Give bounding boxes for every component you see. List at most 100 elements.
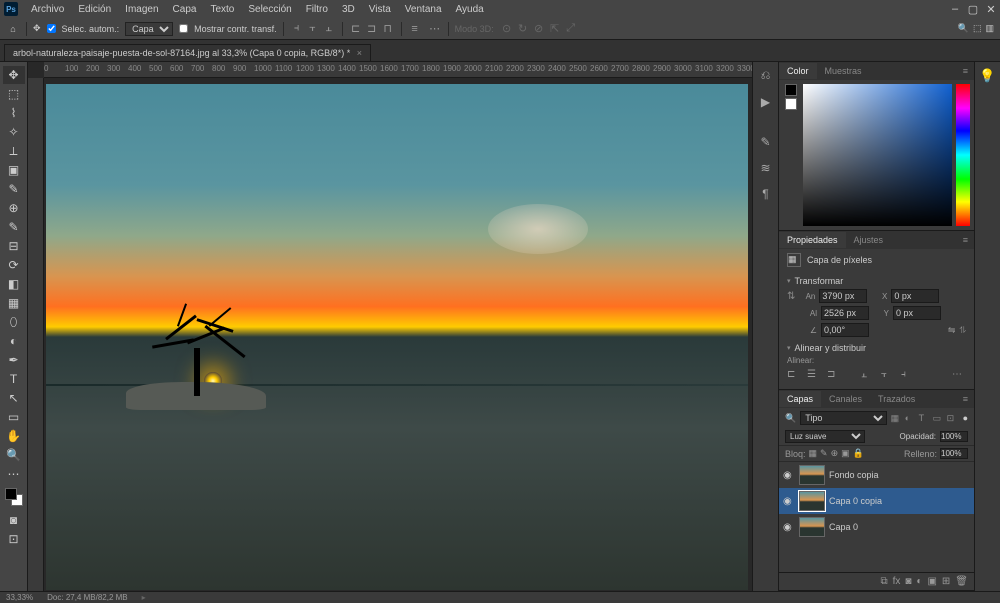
align-top-icon[interactable]: ⫠ bbox=[861, 369, 875, 383]
align-left-icon[interactable]: ⊏ bbox=[787, 369, 801, 383]
history-brush-tool[interactable]: ⟳ bbox=[3, 256, 25, 274]
fg-color-sq[interactable] bbox=[785, 84, 797, 96]
lightbulb-icon[interactable]: 💡 bbox=[979, 68, 995, 591]
tab-adjustments[interactable]: Ajustes bbox=[846, 232, 892, 248]
ruler-vertical[interactable] bbox=[28, 78, 44, 591]
window-close-icon[interactable]: ✕ bbox=[982, 3, 1000, 16]
document-tab[interactable]: arbol-naturaleza-paisaje-puesta-de-sol-8… bbox=[4, 44, 371, 61]
distribute-group[interactable]: ≡ bbox=[408, 22, 422, 36]
auto-select-checkbox[interactable] bbox=[47, 24, 56, 33]
crop-tool[interactable]: ⟂ bbox=[3, 142, 25, 160]
color-field[interactable] bbox=[803, 84, 952, 226]
zoom-tool[interactable]: 🔍 bbox=[3, 446, 25, 464]
spot-heal-tool[interactable]: ⊕ bbox=[3, 199, 25, 217]
angle-input[interactable] bbox=[821, 323, 869, 337]
align-section[interactable]: Alinear y distribuir bbox=[787, 340, 966, 356]
new-layer-icon[interactable]: ⊞ bbox=[942, 576, 950, 587]
adjust-layer-icon[interactable]: ◐ bbox=[916, 576, 922, 587]
tab-paths[interactable]: Trazados bbox=[870, 391, 923, 407]
align-top-group[interactable]: ⫞⫟⫠ bbox=[290, 22, 336, 36]
filter-smart-icon[interactable]: ⊡ bbox=[947, 413, 959, 424]
transform-section[interactable]: Transformar bbox=[787, 273, 966, 289]
menu-edit[interactable]: Edición bbox=[71, 1, 118, 18]
screenmode-icon[interactable]: ⊡ bbox=[3, 530, 25, 548]
tab-channels[interactable]: Canales bbox=[821, 391, 870, 407]
brush-tool[interactable]: ✎ bbox=[3, 218, 25, 236]
dodge-tool[interactable]: ◐ bbox=[3, 332, 25, 350]
lock-all-icon[interactable]: 🔒 bbox=[853, 448, 864, 459]
lock-position-icon[interactable]: ⊕ bbox=[831, 448, 839, 459]
lasso-tool[interactable]: ⌇ bbox=[3, 104, 25, 122]
tab-properties[interactable]: Propiedades bbox=[779, 232, 846, 248]
opacity-input[interactable] bbox=[940, 431, 968, 442]
visibility-icon[interactable]: ◉ bbox=[783, 470, 795, 481]
lock-brush-icon[interactable]: ✎ bbox=[820, 448, 828, 459]
blend-mode-select[interactable]: Luz suave bbox=[785, 430, 865, 443]
height-input[interactable] bbox=[821, 306, 869, 320]
share-icon[interactable]: ⬚ bbox=[973, 23, 982, 34]
window-minimize-icon[interactable]: – bbox=[946, 3, 964, 16]
paragraph-icon[interactable]: ¶ bbox=[762, 187, 768, 201]
filter-pixel-icon[interactable]: ▦ bbox=[891, 413, 903, 424]
pen-tool[interactable]: ✒ bbox=[3, 351, 25, 369]
panel-menu-icon[interactable]: ≡ bbox=[957, 66, 974, 76]
play-icon[interactable]: ▶ bbox=[761, 95, 770, 109]
path-select-tool[interactable]: ↖ bbox=[3, 389, 25, 407]
group-icon[interactable]: ▣ bbox=[927, 576, 936, 587]
filter-type-icon[interactable]: T bbox=[919, 413, 931, 424]
gradient-tool[interactable]: ▦ bbox=[3, 294, 25, 312]
shape-tool[interactable]: ▭ bbox=[3, 408, 25, 426]
hand-tool[interactable]: ✋ bbox=[3, 427, 25, 445]
fg-color[interactable] bbox=[5, 488, 17, 500]
filter-kind-select[interactable]: Tipo bbox=[800, 411, 886, 425]
mask-icon[interactable]: ◙ bbox=[905, 576, 911, 587]
home-icon[interactable]: ⌂ bbox=[6, 22, 20, 36]
search-icon[interactable]: 🔍 bbox=[958, 23, 969, 34]
auto-select-target[interactable]: Capa bbox=[125, 22, 173, 36]
filter-icon[interactable]: 🔍 bbox=[785, 413, 796, 424]
eraser-tool[interactable]: ◧ bbox=[3, 275, 25, 293]
x-input[interactable] bbox=[891, 289, 939, 303]
filter-toggle-icon[interactable]: ● bbox=[963, 413, 968, 423]
menu-3d[interactable]: 3D bbox=[335, 1, 362, 18]
ruler-horizontal[interactable]: 0100200300400500600700800900100011001200… bbox=[44, 62, 752, 78]
frame-tool[interactable]: ▣ bbox=[3, 161, 25, 179]
panel-menu-icon[interactable]: ≡ bbox=[957, 394, 974, 404]
type-tool[interactable]: T bbox=[3, 370, 25, 388]
tab-color[interactable]: Color bbox=[779, 63, 817, 79]
align-bottom-icon[interactable]: ⫞ bbox=[901, 369, 915, 383]
marquee-tool[interactable]: ⬚ bbox=[3, 85, 25, 103]
menu-help[interactable]: Ayuda bbox=[449, 1, 491, 18]
brush-panel-icon[interactable]: ✎ bbox=[760, 135, 770, 149]
y-input[interactable] bbox=[893, 306, 941, 320]
bg-color-sq[interactable] bbox=[785, 98, 797, 110]
lock-artboard-icon[interactable]: ▣ bbox=[841, 448, 850, 459]
menu-image[interactable]: Imagen bbox=[118, 1, 165, 18]
clone-stamp-tool[interactable]: ⊟ bbox=[3, 237, 25, 255]
menu-text[interactable]: Texto bbox=[203, 1, 241, 18]
align-center-h-icon[interactable]: ☰ bbox=[807, 369, 821, 383]
menu-view[interactable]: Vista bbox=[362, 1, 398, 18]
color-swatch[interactable] bbox=[5, 488, 23, 506]
fill-input[interactable] bbox=[940, 448, 968, 459]
layer-name[interactable]: Capa 0 copia bbox=[829, 496, 882, 506]
filter-adjust-icon[interactable]: ◐ bbox=[905, 413, 917, 424]
align-center-v-icon[interactable]: ⫟ bbox=[881, 369, 895, 383]
flip-h-icon[interactable]: ⇋ bbox=[948, 325, 956, 336]
workspace-icon[interactable]: ▥ bbox=[985, 23, 994, 34]
menu-selection[interactable]: Selección bbox=[241, 1, 298, 18]
move-tool[interactable]: ✥ bbox=[3, 66, 25, 84]
visibility-icon[interactable]: ◉ bbox=[783, 496, 795, 507]
layer-item[interactable]: ◉ Capa 0 bbox=[779, 514, 974, 540]
layer-name[interactable]: Fondo copia bbox=[829, 470, 879, 480]
quickmask-icon[interactable]: ◙ bbox=[3, 511, 25, 529]
brush-settings-icon[interactable]: ≋ bbox=[760, 161, 770, 175]
fx-icon[interactable]: fx bbox=[893, 576, 901, 587]
menu-file[interactable]: Archivo bbox=[24, 1, 71, 18]
flip-v-icon[interactable]: ⥮ bbox=[959, 325, 966, 336]
layer-name[interactable]: Capa 0 bbox=[829, 522, 858, 532]
align-right-icon[interactable]: ⊐ bbox=[827, 369, 841, 383]
blur-tool[interactable]: ⬯ bbox=[3, 313, 25, 331]
visibility-icon[interactable]: ◉ bbox=[783, 522, 795, 533]
align-horiz-group[interactable]: ⊏⊐⊓ bbox=[349, 22, 395, 36]
